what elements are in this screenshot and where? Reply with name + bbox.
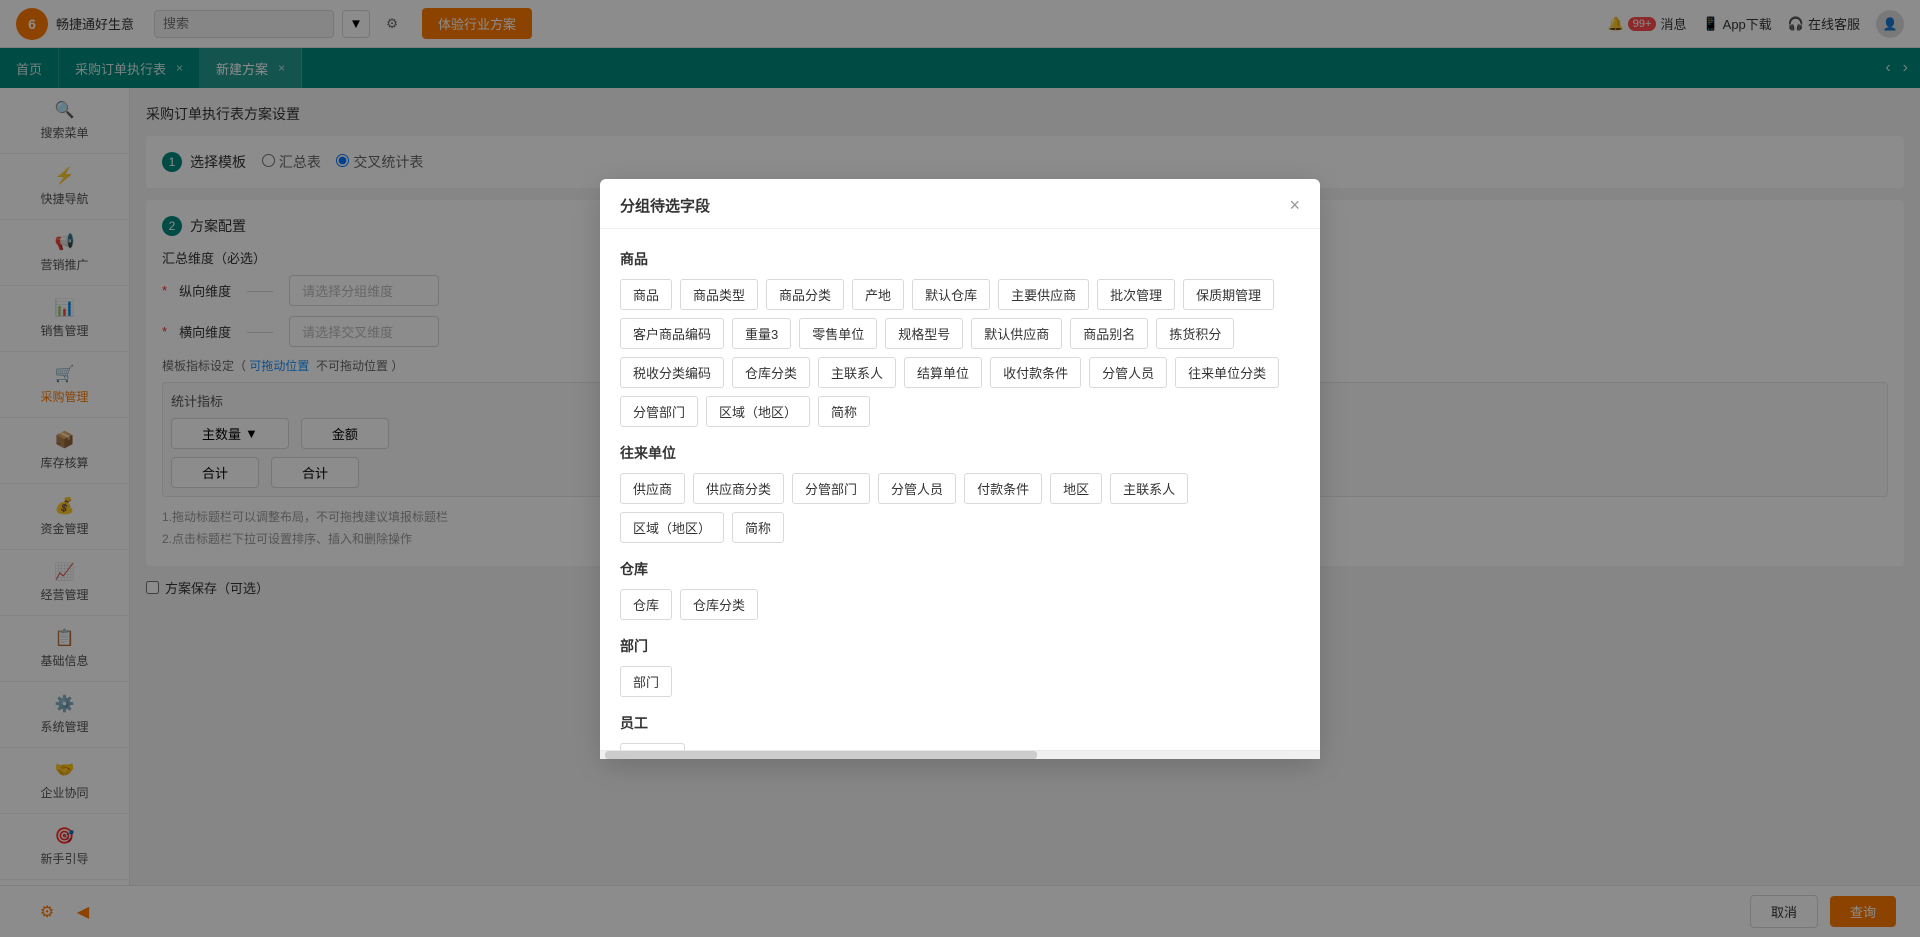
- section-title-product: 商品: [620, 249, 1300, 269]
- section-title-dept: 部门: [620, 636, 1300, 656]
- field-tag-supplier-category[interactable]: 供应商分类: [693, 473, 784, 504]
- field-tag-warehouse-category[interactable]: 仓库分类: [732, 357, 810, 388]
- field-tag-customer-code[interactable]: 客户商品编码: [620, 318, 724, 349]
- field-tag-manager[interactable]: 分管人员: [1089, 357, 1167, 388]
- field-tag-tax-code[interactable]: 税收分类编码: [620, 357, 724, 388]
- field-tag-salesperson[interactable]: 业务员: [620, 743, 685, 751]
- field-tags-dept: 部门: [620, 666, 1300, 697]
- field-tag-region[interactable]: 区域（地区）: [706, 396, 810, 427]
- modal-close-btn[interactable]: ×: [1289, 195, 1300, 216]
- field-tag-supplier[interactable]: 供应商: [620, 473, 685, 504]
- section-title-warehouse: 仓库: [620, 559, 1300, 579]
- field-tag-alias[interactable]: 商品别名: [1070, 318, 1148, 349]
- field-tag-payment-cond[interactable]: 付款条件: [964, 473, 1042, 504]
- field-tag-shelf-life[interactable]: 保质期管理: [1183, 279, 1274, 310]
- modal-hscroll-thumb: [605, 751, 1037, 758]
- field-tag-main-supplier[interactable]: 主要供应商: [998, 279, 1089, 310]
- field-tag-warehouse-cat[interactable]: 仓库分类: [680, 589, 758, 620]
- modal-horizontal-scrollbar[interactable]: [600, 750, 1320, 758]
- field-tag-partner-abbr[interactable]: 简称: [732, 512, 784, 543]
- field-tags-partner: 供应商 供应商分类 分管部门 分管人员 付款条件 地区 主联系人 区域（地区） …: [620, 473, 1300, 543]
- field-tag-default-supplier[interactable]: 默认供应商: [971, 318, 1062, 349]
- modal-body: 商品 商品 商品类型 商品分类 产地 默认仓库 主要供应商 批次管理 保质期管理…: [600, 229, 1320, 751]
- field-tag-points[interactable]: 拣货积分: [1156, 318, 1234, 349]
- modal-title: 分组待选字段: [620, 195, 710, 216]
- field-tag-partner-dept[interactable]: 分管部门: [792, 473, 870, 504]
- field-tag-partner-manager[interactable]: 分管人员: [878, 473, 956, 504]
- field-tag-partner-category[interactable]: 往来单位分类: [1175, 357, 1279, 388]
- field-tag-spec[interactable]: 规格型号: [885, 318, 963, 349]
- section-title-staff: 员工: [620, 713, 1300, 733]
- field-tag-partner-contact[interactable]: 主联系人: [1110, 473, 1188, 504]
- field-tag-default-warehouse[interactable]: 默认仓库: [912, 279, 990, 310]
- field-tag-product-category[interactable]: 商品分类: [766, 279, 844, 310]
- field-select-modal: 分组待选字段 × 商品 商品 商品类型 商品分类 产地 默认仓库 主要供应商 批…: [600, 179, 1320, 759]
- section-title-partner: 往来单位: [620, 443, 1300, 463]
- field-tag-department[interactable]: 部门: [620, 666, 672, 697]
- field-tag-dept[interactable]: 分管部门: [620, 396, 698, 427]
- field-tags-staff: 业务员: [620, 743, 1300, 751]
- field-tag-origin[interactable]: 产地: [852, 279, 904, 310]
- field-tag-main-contact[interactable]: 主联系人: [818, 357, 896, 388]
- field-tag-warehouse[interactable]: 仓库: [620, 589, 672, 620]
- field-tags-product: 商品 商品类型 商品分类 产地 默认仓库 主要供应商 批次管理 保质期管理 客户…: [620, 279, 1300, 427]
- field-tag-abbr[interactable]: 简称: [818, 396, 870, 427]
- field-tag-settlement-unit[interactable]: 结算单位: [904, 357, 982, 388]
- field-tag-weight[interactable]: 重量3: [732, 318, 791, 349]
- modal-overlay: 分组待选字段 × 商品 商品 商品类型 商品分类 产地 默认仓库 主要供应商 批…: [0, 0, 1920, 937]
- field-tag-area[interactable]: 地区: [1050, 473, 1102, 504]
- field-tag-partner-region[interactable]: 区域（地区）: [620, 512, 724, 543]
- field-tag-retail-unit[interactable]: 零售单位: [799, 318, 877, 349]
- field-tag-payment-terms[interactable]: 收付款条件: [990, 357, 1081, 388]
- modal-header: 分组待选字段 ×: [600, 179, 1320, 229]
- field-tags-warehouse: 仓库 仓库分类: [620, 589, 1300, 620]
- field-tag-batch-mgmt[interactable]: 批次管理: [1097, 279, 1175, 310]
- field-tag-product-type[interactable]: 商品类型: [680, 279, 758, 310]
- field-tag-product[interactable]: 商品: [620, 279, 672, 310]
